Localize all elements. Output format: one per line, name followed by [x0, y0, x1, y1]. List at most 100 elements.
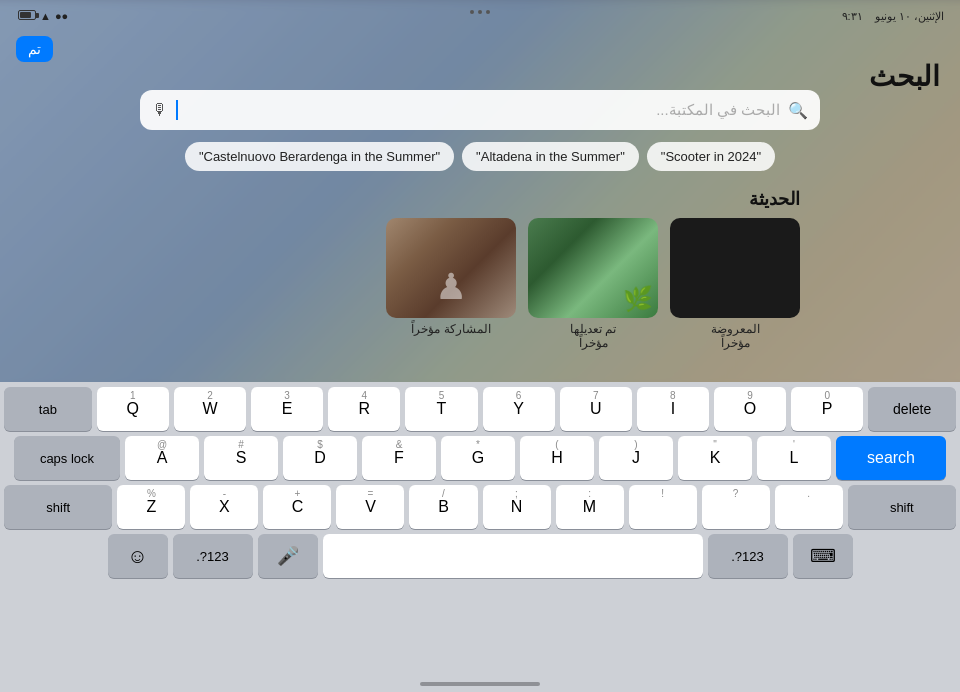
chip-1[interactable]: "Castelnuovo Berardenga in the Summer"	[185, 142, 454, 171]
key-d[interactable]: $D	[283, 436, 357, 480]
chip-2[interactable]: "Altadena in the Summer"	[462, 142, 639, 171]
key-space[interactable]	[323, 534, 703, 578]
thumbnails-container: المعروضةمؤخراً تم تعديلهامؤخراً المشاركة…	[386, 218, 800, 350]
key-y-num: 6	[516, 390, 522, 401]
key-l[interactable]: 'L	[757, 436, 831, 480]
recent-section-label: الحديثة	[749, 188, 800, 210]
key-g[interactable]: *G	[441, 436, 515, 480]
key-i-num: 8	[670, 390, 676, 401]
key-caps-lock[interactable]: caps lock	[14, 436, 120, 480]
thumb-outdoor-img	[528, 218, 658, 318]
key-q-num: 1	[130, 390, 136, 401]
keyboard-row-2: caps lock @A #S $D &F *G (H )J "K 'L sea…	[0, 431, 960, 480]
status-left: ▲ ●●	[16, 10, 68, 22]
key-c[interactable]: +C	[263, 485, 331, 529]
key-i[interactable]: 8I	[637, 387, 709, 431]
keyboard-row-1: tab 1Q 2W 3E 4R 5T 6Y 7U 8I 9O 0P delete	[0, 382, 960, 431]
key-dot[interactable]: .	[775, 485, 843, 529]
key-l-num: '	[793, 439, 795, 450]
key-f-num: &	[396, 439, 403, 450]
key-y[interactable]: 6Y	[483, 387, 555, 431]
key-dot-num: .	[807, 488, 810, 499]
thumb-dark[interactable]	[670, 218, 800, 318]
key-ques-num: ?	[733, 488, 739, 499]
key-q[interactable]: 1Q	[97, 387, 169, 431]
key-f[interactable]: &F	[362, 436, 436, 480]
key-shift-right[interactable]: shift	[848, 485, 956, 529]
search-cursor	[176, 100, 178, 120]
thumb-dark-label: المعروضةمؤخراً	[711, 322, 760, 350]
key-excl-num: !	[661, 488, 664, 499]
key-b-num: /	[442, 488, 445, 499]
key-x-num: -	[223, 488, 226, 499]
thumb-chess-label: المشاركة مؤخراً	[411, 322, 490, 336]
search-bar[interactable]: 🔍 البحث في المكتبة... 🎙	[140, 90, 820, 130]
chips-container: "Castelnuovo Berardenga in the Summer" "…	[140, 142, 820, 171]
home-indicator	[420, 682, 540, 686]
search-icon: 🔍	[788, 101, 808, 120]
key-h-num: (	[555, 439, 558, 450]
key-excl[interactable]: !	[629, 485, 697, 529]
mic-icon[interactable]: 🎙	[152, 101, 168, 119]
key-delete[interactable]: delete	[868, 387, 956, 431]
thumb-chess[interactable]	[386, 218, 516, 318]
key-p[interactable]: 0P	[791, 387, 863, 431]
status-date: الإثنين، ١٠ يونيو	[875, 10, 944, 22]
key-h[interactable]: (H	[520, 436, 594, 480]
key-z-num: %	[147, 488, 156, 499]
key-e[interactable]: 3E	[251, 387, 323, 431]
key-w-num: 2	[207, 390, 213, 401]
key-mic[interactable]: 🎤	[258, 534, 318, 578]
key-v[interactable]: =V	[336, 485, 404, 529]
status-time: ٩:٣١	[842, 10, 863, 22]
thumb-chess-img	[386, 218, 516, 318]
key-z[interactable]: %Z	[117, 485, 185, 529]
key-a-num: @	[157, 439, 167, 450]
thumb-item-outdoor[interactable]: تم تعديلهامؤخراً	[528, 218, 658, 350]
key-emoji[interactable]: ☺	[108, 534, 168, 578]
key-keyboard[interactable]: ⌨	[793, 534, 853, 578]
key-m[interactable]: :M	[556, 485, 624, 529]
thumb-item-chess[interactable]: المشاركة مؤخراً	[386, 218, 516, 350]
key-d-num: $	[317, 439, 323, 450]
key-123-right[interactable]: .?123	[708, 534, 788, 578]
keyboard-row-3: shift %Z -X +C =V /B ;N :M ! ? . shift	[0, 480, 960, 529]
key-t[interactable]: 5T	[405, 387, 477, 431]
key-g-num: *	[476, 439, 480, 450]
key-o-num: 9	[747, 390, 753, 401]
key-a[interactable]: @A	[125, 436, 199, 480]
key-shift-left[interactable]: shift	[4, 485, 112, 529]
key-m-num: :	[588, 488, 591, 499]
done-button[interactable]: تم	[16, 36, 53, 62]
key-tab[interactable]: tab	[4, 387, 92, 431]
key-s[interactable]: #S	[204, 436, 278, 480]
key-r-num: 4	[361, 390, 367, 401]
key-u[interactable]: 7U	[560, 387, 632, 431]
key-p-num: 0	[824, 390, 830, 401]
key-w[interactable]: 2W	[174, 387, 246, 431]
key-123-left[interactable]: .?123	[173, 534, 253, 578]
keyboard: tab 1Q 2W 3E 4R 5T 6Y 7U 8I 9O 0P delete…	[0, 382, 960, 692]
search-title: البحث	[869, 60, 940, 93]
key-k[interactable]: "K	[678, 436, 752, 480]
battery-icon	[16, 10, 36, 22]
key-b[interactable]: /B	[409, 485, 477, 529]
key-n[interactable]: ;N	[483, 485, 551, 529]
key-search[interactable]: search	[836, 436, 946, 480]
status-bar: ▲ ●● الإثنين، ١٠ يونيو ٩:٣١	[0, 0, 960, 32]
key-r[interactable]: 4R	[328, 387, 400, 431]
search-bar-container: 🔍 البحث في المكتبة... 🎙	[140, 90, 820, 130]
chip-3[interactable]: "Scooter in 2024"	[647, 142, 775, 171]
key-s-num: #	[238, 439, 244, 450]
key-ques[interactable]: ?	[702, 485, 770, 529]
key-j[interactable]: )J	[599, 436, 673, 480]
thumb-outdoor[interactable]	[528, 218, 658, 318]
wifi-icon: ▲	[40, 10, 51, 22]
key-x[interactable]: -X	[190, 485, 258, 529]
key-k-num: "	[713, 439, 717, 450]
search-placeholder: البحث في المكتبة...	[190, 101, 780, 119]
key-o[interactable]: 9O	[714, 387, 786, 431]
key-t-num: 5	[439, 390, 445, 401]
status-right: الإثنين، ١٠ يونيو ٩:٣١	[842, 10, 944, 23]
thumb-item-dark[interactable]: المعروضةمؤخراً	[670, 218, 800, 350]
